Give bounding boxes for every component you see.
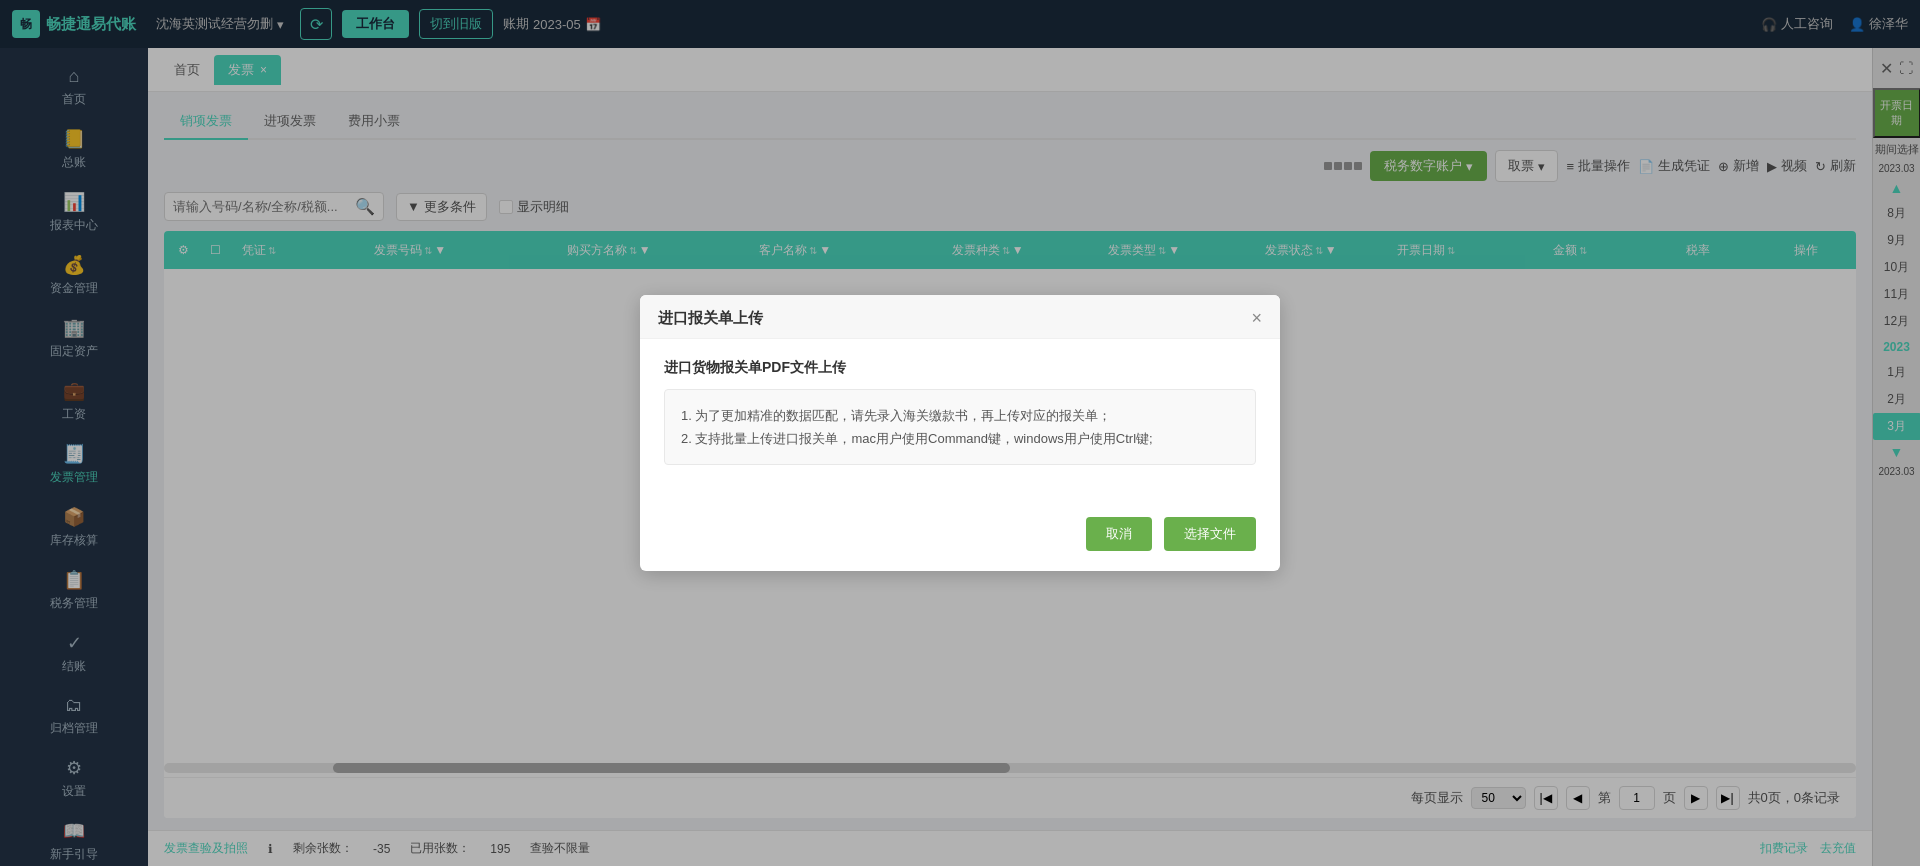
- import-modal: 进口报关单上传 × 进口货物报关单PDF文件上传 1. 为了更加精准的数据匹配，…: [640, 295, 1280, 572]
- modal-section-title: 进口货物报关单PDF文件上传: [664, 359, 1256, 377]
- modal-info-item-2: 2. 支持批量上传进口报关单，mac用户使用Command键，windows用户…: [681, 427, 1239, 450]
- modal-footer: 取消 选择文件: [640, 505, 1280, 571]
- modal-header: 进口报关单上传 ×: [640, 295, 1280, 339]
- modal-select-file-button[interactable]: 选择文件: [1164, 517, 1256, 551]
- modal-overlay: 进口报关单上传 × 进口货物报关单PDF文件上传 1. 为了更加精准的数据匹配，…: [0, 0, 1920, 866]
- modal-info-box: 1. 为了更加精准的数据匹配，请先录入海关缴款书，再上传对应的报关单； 2. 支…: [664, 389, 1256, 466]
- modal-body: 进口货物报关单PDF文件上传 1. 为了更加精准的数据匹配，请先录入海关缴款书，…: [640, 339, 1280, 506]
- modal-info-item-1: 1. 为了更加精准的数据匹配，请先录入海关缴款书，再上传对应的报关单；: [681, 404, 1239, 427]
- modal-cancel-button[interactable]: 取消: [1086, 517, 1152, 551]
- modal-close-button[interactable]: ×: [1251, 309, 1262, 327]
- modal-title: 进口报关单上传: [658, 309, 763, 328]
